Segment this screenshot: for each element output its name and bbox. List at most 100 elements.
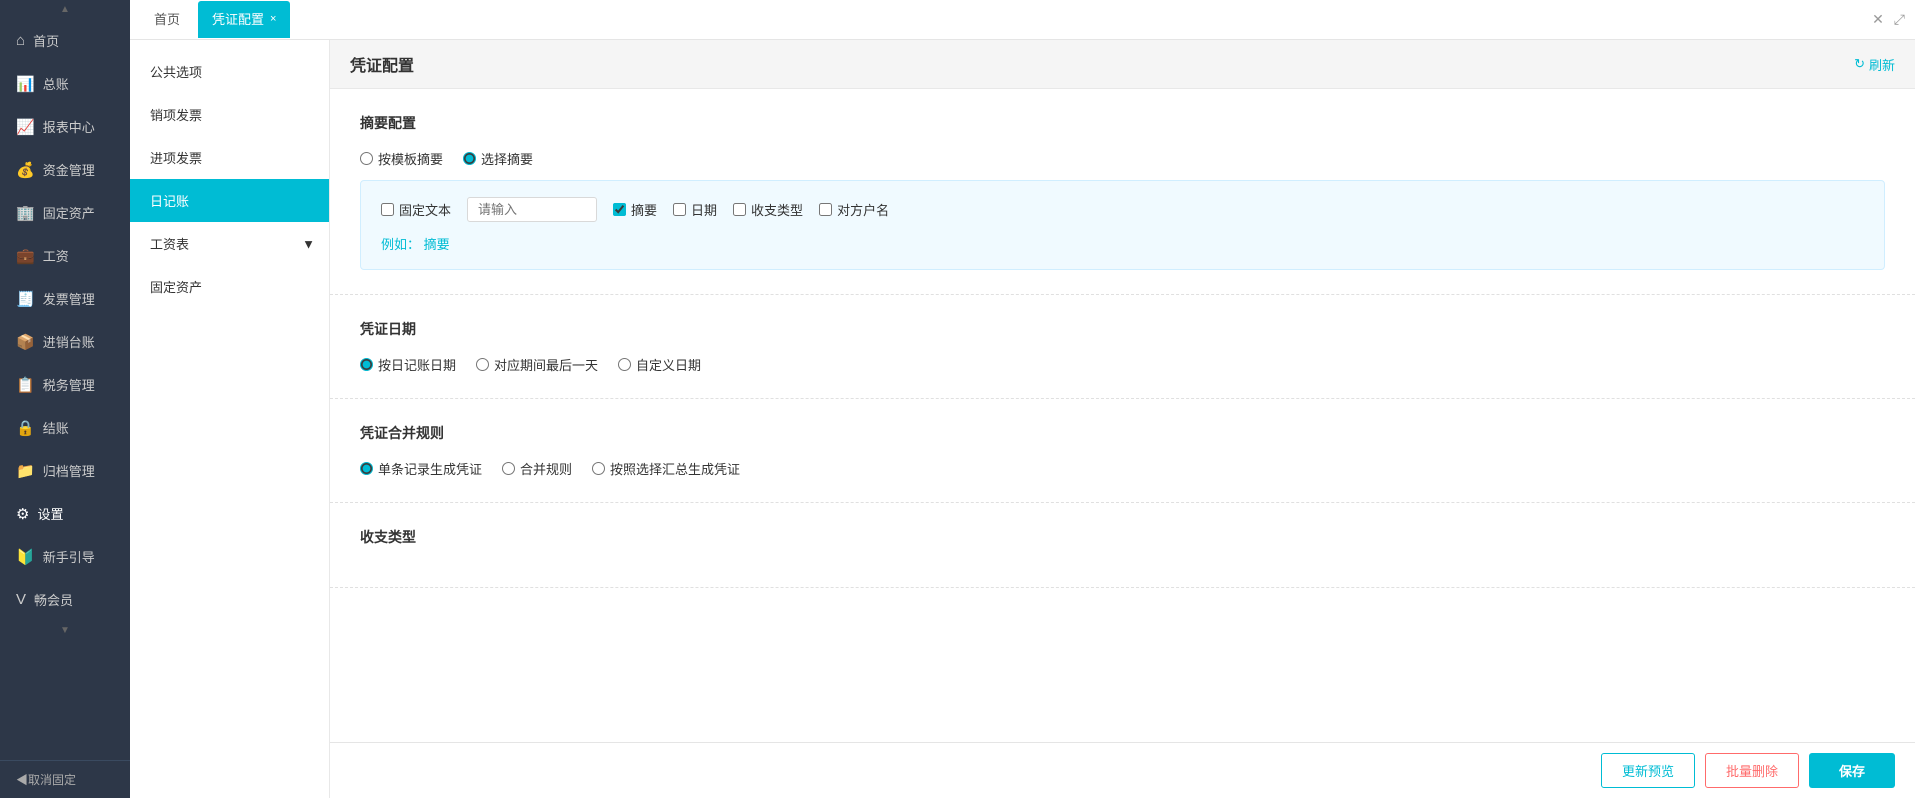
- sidebar-item-member[interactable]: V 畅会员: [0, 578, 130, 621]
- checkbox-date-input[interactable]: [673, 203, 686, 216]
- summary-config-section: 摘要配置 按模板摘要 选择摘要: [330, 89, 1915, 295]
- sidebar-item-invoice[interactable]: 🧾 发票管理: [0, 277, 130, 320]
- sidebar-item-settings[interactable]: ⚙ 设置: [0, 492, 130, 535]
- radio-summary-generate-input[interactable]: [592, 462, 605, 475]
- radio-journal-date[interactable]: 按日记账日期: [360, 355, 456, 374]
- closing-icon: 🔒: [16, 419, 35, 437]
- save-button[interactable]: 保存: [1809, 753, 1895, 788]
- sidebar-item-guide[interactable]: 🔰 新手引导: [0, 535, 130, 578]
- sidebar-scroll-up[interactable]: ▲: [0, 0, 130, 19]
- radio-merge-rule-input[interactable]: [502, 462, 515, 475]
- sidebar-item-archive[interactable]: 📁 归档管理: [0, 449, 130, 492]
- tab-voucher-config[interactable]: 凭证配置 ×: [198, 1, 290, 38]
- ledger-icon: 📊: [16, 75, 35, 93]
- tab-close-icon[interactable]: ×: [270, 13, 276, 25]
- nav-item-purchase[interactable]: 进项发票: [130, 136, 329, 179]
- archive-icon: 📁: [16, 462, 35, 480]
- sidebar-item-funds[interactable]: 💰 资金管理: [0, 148, 130, 191]
- radio-select-summary[interactable]: 选择摘要: [463, 149, 533, 168]
- footer-bar: 更新预览 批量删除 保存: [330, 742, 1915, 798]
- nav-arrow-payroll: ▼: [302, 236, 315, 251]
- settings-content: 摘要配置 按模板摘要 选择摘要: [330, 89, 1915, 742]
- nav-item-journal[interactable]: 日记账: [130, 179, 329, 222]
- nav-item-payroll[interactable]: 工资表 ▼: [130, 222, 329, 265]
- radio-template-summary[interactable]: 按模板摘要: [360, 149, 443, 168]
- radio-summary-generate[interactable]: 按照选择汇总生成凭证: [592, 459, 740, 478]
- checkbox-counterparty[interactable]: 对方户名: [819, 200, 889, 219]
- nav-item-assets[interactable]: 固定资产: [130, 265, 329, 308]
- window-controls: ✕ ⤢: [1872, 11, 1905, 28]
- member-icon: V: [16, 591, 26, 608]
- sidebar-item-home[interactable]: ⌂ 首页: [0, 19, 130, 62]
- sidebar-item-purchase[interactable]: 📦 进销台账: [0, 320, 130, 363]
- checkbox-fixed-text-input[interactable]: [381, 203, 394, 216]
- page-container: 公共选项 销项发票 进项发票 日记账 工资表 ▼ 固定资产 凭证配置: [130, 40, 1915, 798]
- sidebar-item-assets[interactable]: 🏢 固定资产: [0, 191, 130, 234]
- home-icon: ⌂: [16, 32, 25, 49]
- tab-bar: 首页 凭证配置 × ✕ ⤢: [130, 0, 1915, 40]
- checkbox-summary-input[interactable]: [613, 203, 626, 216]
- content-area: 凭证配置 ↻ 刷新 摘要配置 按模板摘要: [330, 40, 1915, 798]
- window-close-btn[interactable]: ✕: [1872, 11, 1884, 28]
- report-icon: 📈: [16, 118, 35, 136]
- main-area: 首页 凭证配置 × ✕ ⤢ 公共选项 销项发票 进项发票 日记账: [130, 0, 1915, 798]
- settings-icon: ⚙: [16, 505, 29, 523]
- sidebar-item-tax[interactable]: 📋 税务管理: [0, 363, 130, 406]
- checkbox-fixed-text[interactable]: 固定文本: [381, 200, 451, 219]
- left-nav: 公共选项 销项发票 进项发票 日记账 工资表 ▼ 固定资产: [130, 40, 330, 798]
- checkbox-summary[interactable]: 摘要: [613, 200, 657, 219]
- tab-home[interactable]: 首页: [140, 1, 194, 38]
- batch-delete-button[interactable]: 批量删除: [1705, 753, 1799, 788]
- radio-template-summary-input[interactable]: [360, 152, 373, 165]
- checkbox-income-type[interactable]: 收支类型: [733, 200, 803, 219]
- radio-journal-date-input[interactable]: [360, 358, 373, 371]
- refresh-button[interactable]: ↻ 刷新: [1854, 55, 1895, 74]
- radio-single-record[interactable]: 单条记录生成凭证: [360, 459, 482, 478]
- assets-icon: 🏢: [16, 204, 35, 222]
- refresh-icon: ↻: [1854, 56, 1865, 72]
- payroll-icon: 💼: [16, 247, 35, 265]
- radio-single-record-input[interactable]: [360, 462, 373, 475]
- checkbox-date[interactable]: 日期: [673, 200, 717, 219]
- summary-config-box: 固定文本 摘要 日期: [360, 180, 1885, 270]
- voucher-date-title: 凭证日期: [360, 319, 1885, 339]
- sidebar: ▲ ⌂ 首页 📊 总账 📈 报表中心 💰 资金管理 🏢 固定资产 💼 工资 🧾 …: [0, 0, 130, 798]
- income-type-section: 收支类型: [330, 503, 1915, 588]
- sidebar-item-payroll[interactable]: 💼 工资: [0, 234, 130, 277]
- tax-icon: 📋: [16, 376, 35, 394]
- checkbox-counterparty-input[interactable]: [819, 203, 832, 216]
- summary-radio-group: 按模板摘要 选择摘要: [360, 149, 1885, 168]
- sidebar-scroll-down[interactable]: ▼: [0, 621, 130, 640]
- summary-section-title: 摘要配置: [360, 113, 1885, 133]
- purchase-icon: 📦: [16, 333, 35, 351]
- sidebar-item-closing[interactable]: 🔒 结账: [0, 406, 130, 449]
- merge-rule-radio-group: 单条记录生成凭证 合并规则 按照选择汇总生成凭证: [360, 459, 1885, 478]
- checkbox-income-type-input[interactable]: [733, 203, 746, 216]
- sidebar-item-ledger[interactable]: 📊 总账: [0, 62, 130, 105]
- nav-item-sales[interactable]: 销项发票: [130, 93, 329, 136]
- nav-item-public[interactable]: 公共选项: [130, 50, 329, 93]
- radio-period-last[interactable]: 对应期间最后一天: [476, 355, 598, 374]
- income-type-title: 收支类型: [360, 527, 1885, 547]
- unpin-button[interactable]: ◀取消固定: [0, 760, 130, 798]
- sidebar-item-report[interactable]: 📈 报表中心: [0, 105, 130, 148]
- page-title: 凭证配置: [350, 52, 414, 76]
- update-preview-button[interactable]: 更新预览: [1601, 753, 1695, 788]
- merge-rule-title: 凭证合并规则: [360, 423, 1885, 443]
- radio-merge-rule[interactable]: 合并规则: [502, 459, 572, 478]
- merge-rule-section: 凭证合并规则 单条记录生成凭证 合并规则 按照选择汇总生成凭证: [330, 399, 1915, 503]
- radio-custom-date[interactable]: 自定义日期: [618, 355, 701, 374]
- example-text: 例如： 摘要: [381, 234, 1864, 253]
- funds-icon: 💰: [16, 161, 35, 179]
- radio-custom-date-input[interactable]: [618, 358, 631, 371]
- voucher-date-radio-group: 按日记账日期 对应期间最后一天 自定义日期: [360, 355, 1885, 374]
- window-expand-btn[interactable]: ⤢: [1894, 11, 1905, 28]
- invoice-icon: 🧾: [16, 290, 35, 308]
- guide-icon: 🔰: [16, 548, 35, 566]
- summary-options-row: 固定文本 摘要 日期: [381, 197, 1864, 222]
- radio-period-last-input[interactable]: [476, 358, 489, 371]
- fixed-text-input[interactable]: [467, 197, 597, 222]
- page-header: 凭证配置 ↻ 刷新: [330, 40, 1915, 89]
- radio-select-summary-input[interactable]: [463, 152, 476, 165]
- voucher-date-section: 凭证日期 按日记账日期 对应期间最后一天 自定义日期: [330, 295, 1915, 399]
